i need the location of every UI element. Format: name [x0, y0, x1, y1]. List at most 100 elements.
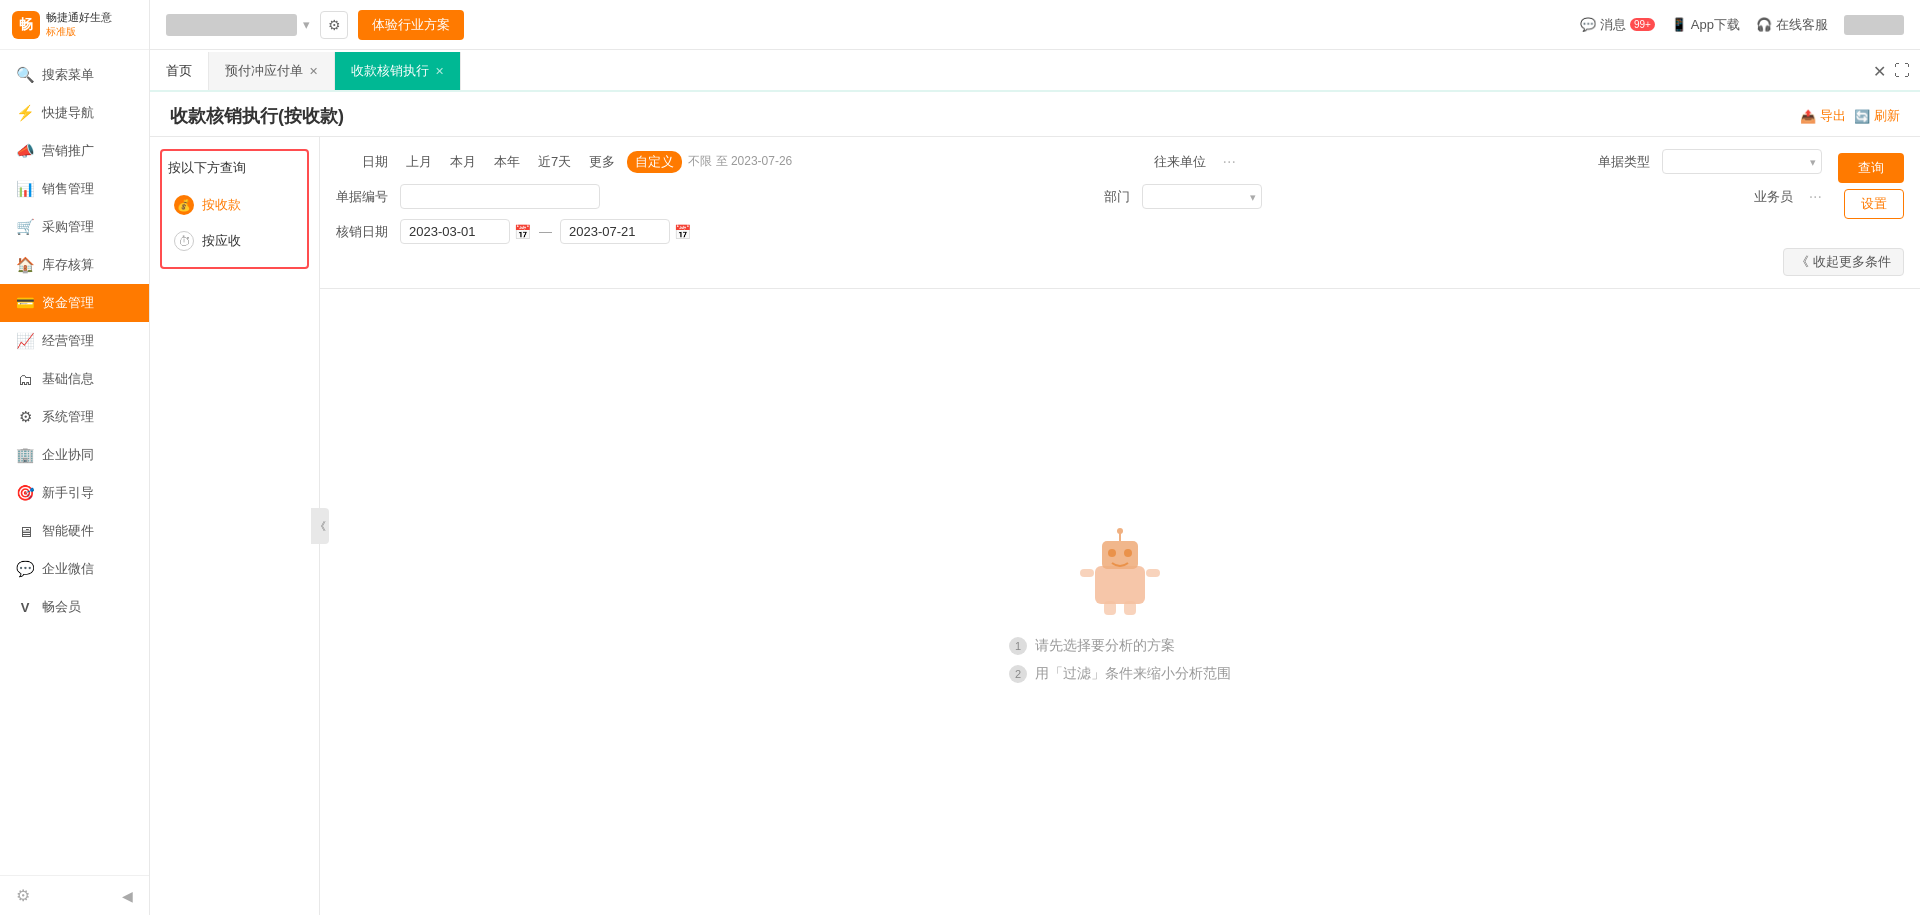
refresh-button[interactable]: 🔄 刷新: [1854, 107, 1900, 125]
sidebar-item-basics[interactable]: 🗂 基础信息: [0, 360, 149, 398]
app-icon: 📱: [1671, 17, 1687, 32]
svg-rect-8: [1104, 601, 1116, 615]
department-select[interactable]: [1142, 184, 1262, 209]
bill-type-select[interactable]: [1662, 149, 1822, 174]
sidebar-item-member[interactable]: V 畅会员: [0, 588, 149, 626]
filter-item-by-receipt[interactable]: 💰 按收款: [168, 187, 301, 223]
salesperson-select-btn[interactable]: ···: [1809, 188, 1822, 206]
filter-item-by-receivable[interactable]: ⏱ 按应收: [168, 223, 301, 259]
beginner-icon: 🎯: [16, 484, 34, 502]
department-label: 部门: [1078, 188, 1130, 206]
sidebar-item-system[interactable]: ⚙ 系统管理: [0, 398, 149, 436]
industry-solution-button[interactable]: 体验行业方案: [358, 10, 464, 40]
message-icon: 💬: [1580, 17, 1596, 32]
empty-robot-icon: [1070, 521, 1170, 621]
logo-name: 畅捷通好生意: [46, 10, 112, 24]
verify-date-start-calendar[interactable]: 📅: [514, 224, 531, 240]
sidebar-label-inventory: 库存核算: [42, 256, 94, 274]
close-tab-btn[interactable]: ✕: [1873, 62, 1886, 81]
svg-rect-7: [1146, 569, 1160, 577]
service-button[interactable]: 🎧 在线客服: [1756, 16, 1828, 34]
content-area: 收款核销执行(按收款) 📤 导出 🔄 刷新 按以下方查询 💰: [150, 92, 1920, 915]
filter-row-2: 单据编号 部门 业务员: [336, 184, 1822, 209]
sidebar-item-hardware[interactable]: 🖥 智能硬件: [0, 512, 149, 550]
query-button[interactable]: 查询: [1838, 153, 1904, 183]
verify-date-wrap: 📅 — 📅: [400, 219, 691, 244]
collapse-more-button[interactable]: 《 收起更多条件: [1783, 248, 1904, 276]
app-download-button[interactable]: 📱 App下载: [1671, 16, 1740, 34]
sidebar-item-collab[interactable]: 🏢 企业协同: [0, 436, 149, 474]
tab-home-label: 首页: [166, 62, 192, 80]
verify-date-start-input[interactable]: [400, 219, 510, 244]
this-year-btn[interactable]: 本年: [488, 151, 526, 173]
tab-prepay-close[interactable]: ✕: [309, 65, 318, 78]
tip-num-1: 1: [1009, 637, 1027, 655]
tabs-bar: 首页 预付冲应付单 ✕ 收款核销执行 ✕ ✕ ⛶: [150, 50, 1920, 92]
collapse-sidebar-icon[interactable]: ◀: [122, 888, 133, 904]
sidebar-label-funds: 资金管理: [42, 294, 94, 312]
filter-bar: 日期 上月 本月 本年 近7天 更多 自定义 不限 至 2023-07-26: [320, 137, 1920, 289]
dropdown-icon[interactable]: ▾: [303, 17, 310, 32]
sidebar-item-operations[interactable]: 📈 经营管理: [0, 322, 149, 360]
filter-row-3: 核销日期 📅 — 📅: [336, 219, 1822, 244]
sidebar-label-quick-nav: 快捷导航: [42, 104, 94, 122]
filter-receivable-label: 按应收: [202, 232, 241, 250]
purchase-icon: 🛒: [16, 218, 34, 236]
sidebar-item-quick-nav[interactable]: ⚡ 快捷导航: [0, 94, 149, 132]
sidebar-item-inventory[interactable]: 🏠 库存核算: [0, 246, 149, 284]
topbar-left: ▾ ⚙ 体验行业方案: [166, 10, 464, 40]
date-buttons: 上月 本月 本年 近7天 更多 自定义 不限 至 2023-07-26: [400, 151, 792, 173]
sidebar-item-marketing[interactable]: 📣 营销推广: [0, 132, 149, 170]
logo-icon: 畅: [12, 11, 40, 39]
sidebar-item-sales[interactable]: 📊 销售管理: [0, 170, 149, 208]
svg-point-5: [1117, 528, 1123, 534]
message-label: 消息: [1600, 16, 1626, 34]
inventory-icon: 🏠: [16, 256, 34, 274]
custom-date-btn[interactable]: 自定义: [627, 151, 682, 173]
sidebar-bottom: ⚙ ◀: [0, 875, 149, 915]
svg-rect-0: [1095, 566, 1145, 604]
this-month-btn[interactable]: 本月: [444, 151, 482, 173]
sidebar-item-purchase[interactable]: 🛒 采购管理: [0, 208, 149, 246]
topbar: ▾ ⚙ 体验行业方案 💬 消息 99+ 📱 App下载 🎧 在线客服: [150, 0, 1920, 50]
export-button[interactable]: 📤 导出: [1800, 107, 1846, 125]
settings-button[interactable]: ⚙: [320, 11, 348, 39]
tab-prepay-label: 预付冲应付单: [225, 62, 303, 80]
tip-text-1: 请先选择要分析的方案: [1035, 637, 1175, 655]
empty-tip-1: 1 请先选择要分析的方案: [1009, 637, 1231, 655]
sidebar-label-search: 搜索菜单: [42, 66, 94, 84]
verify-date-end-calendar[interactable]: 📅: [674, 224, 691, 240]
settings-button-filter[interactable]: 设置: [1844, 189, 1904, 219]
sidebar-item-search[interactable]: 🔍 搜索菜单: [0, 56, 149, 94]
verify-date-end-input[interactable]: [560, 219, 670, 244]
filter-panel-title: 按以下方查询: [168, 159, 301, 177]
last-7-days-btn[interactable]: 近7天: [532, 151, 577, 173]
sidebar-label-member: 畅会员: [42, 598, 81, 616]
tab-verify[interactable]: 收款核销执行 ✕: [335, 52, 461, 90]
tip-num-2: 2: [1009, 665, 1027, 683]
bill-no-input[interactable]: [400, 184, 600, 209]
sidebar: 畅 畅捷通好生意 标准版 🔍 搜索菜单 ⚡ 快捷导航 📣 营销推广 📊 销售管理…: [0, 0, 150, 915]
company-name: [166, 14, 297, 36]
sidebar-label-purchase: 采购管理: [42, 218, 94, 236]
sidebar-item-funds[interactable]: 💳 资金管理: [0, 284, 149, 322]
settings-icon[interactable]: ⚙: [16, 886, 30, 905]
tab-prepay[interactable]: 预付冲应付单 ✕: [209, 52, 335, 90]
page-header-actions: 📤 导出 🔄 刷新: [1800, 107, 1900, 125]
sidebar-label-collab: 企业协同: [42, 446, 94, 464]
message-button[interactable]: 💬 消息 99+: [1580, 16, 1655, 34]
sidebar-item-beginner[interactable]: 🎯 新手引导: [0, 474, 149, 512]
more-date-btn[interactable]: 更多: [583, 151, 621, 173]
filter-panel-collapse[interactable]: 《: [311, 508, 329, 544]
message-badge: 99+: [1630, 18, 1655, 31]
tab-home[interactable]: 首页: [150, 52, 209, 90]
date-label: 日期: [336, 153, 388, 171]
filter-bar-inner: 日期 上月 本月 本年 近7天 更多 自定义 不限 至 2023-07-26: [336, 149, 1904, 244]
expand-tab-btn[interactable]: ⛶: [1894, 62, 1910, 80]
counterpart-select-btn[interactable]: ···: [1222, 153, 1235, 171]
last-month-btn[interactable]: 上月: [400, 151, 438, 173]
tab-verify-close[interactable]: ✕: [435, 65, 444, 78]
sidebar-label-basics: 基础信息: [42, 370, 94, 388]
sidebar-label-wechat: 企业微信: [42, 560, 94, 578]
sidebar-item-wechat[interactable]: 💬 企业微信: [0, 550, 149, 588]
